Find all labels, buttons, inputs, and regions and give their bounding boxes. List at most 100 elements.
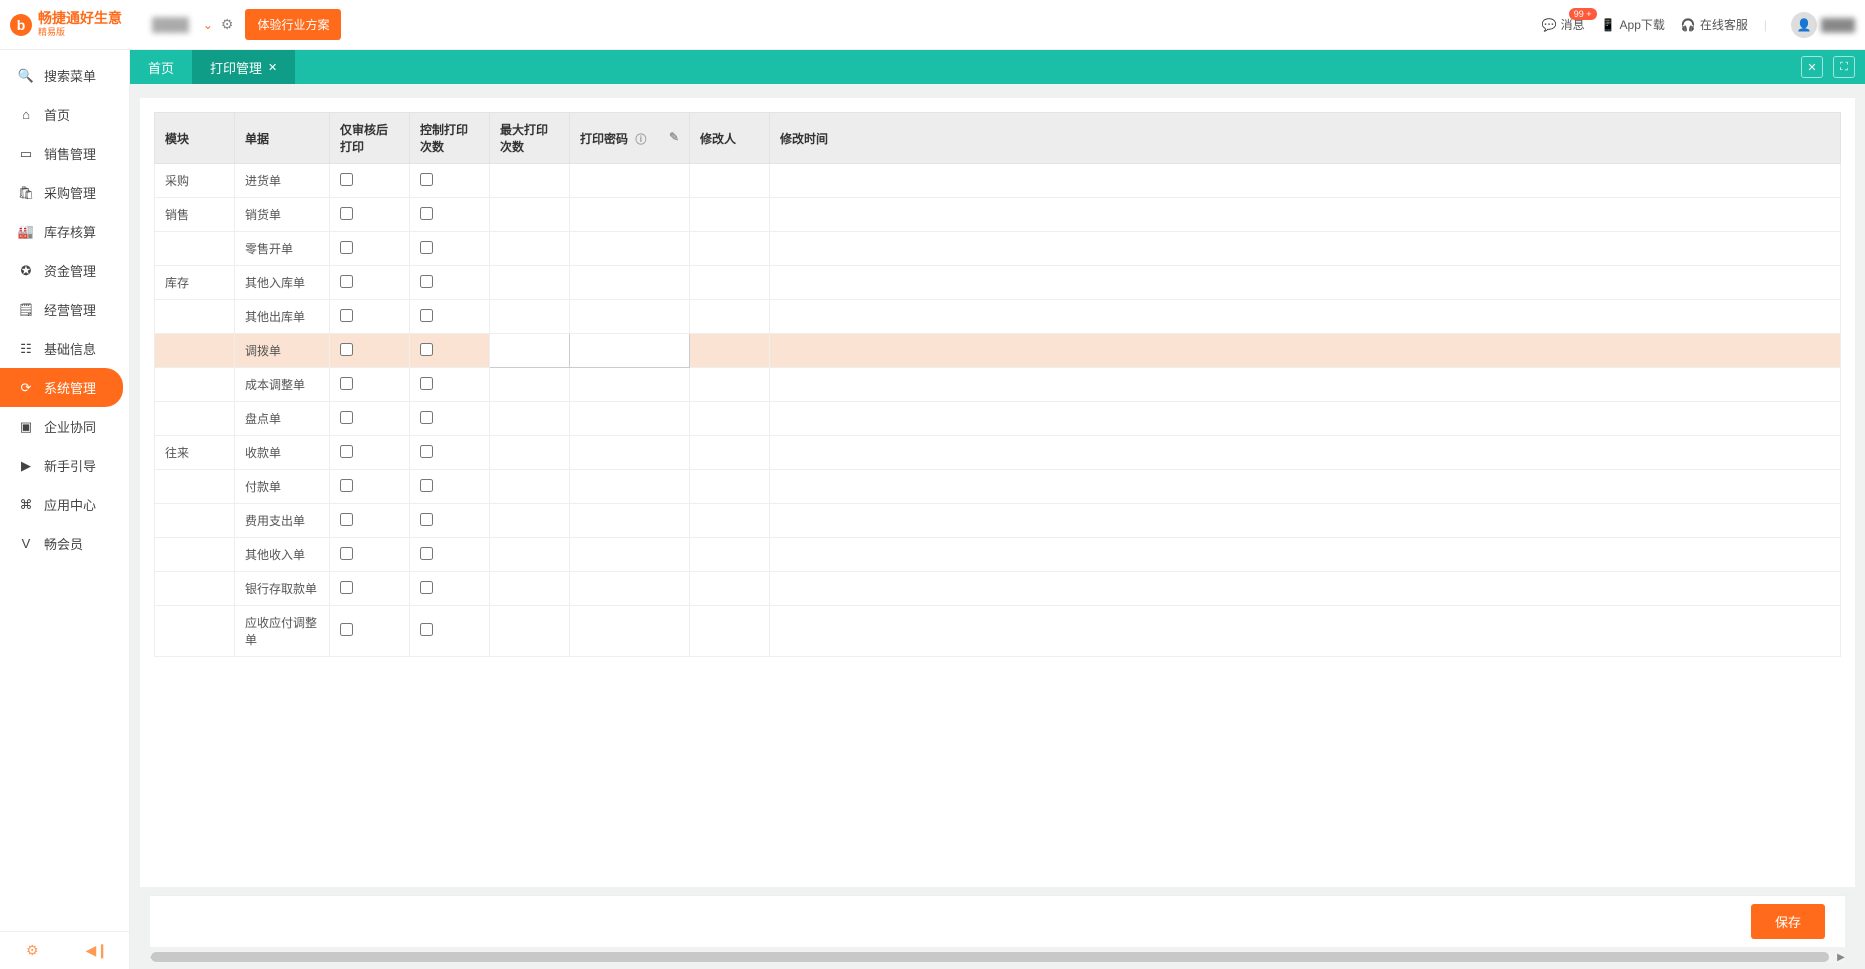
- tab-0[interactable]: 首页: [130, 50, 192, 84]
- sidebar-item-1[interactable]: ⌂首页: [0, 95, 129, 134]
- sidebar-item-0[interactable]: 🔍搜索菜单: [0, 56, 129, 95]
- audit-only-checkbox[interactable]: [340, 581, 353, 594]
- audit-only-checkbox[interactable]: [340, 275, 353, 288]
- table-row: 盘点单: [155, 402, 1841, 436]
- sidebar-item-7[interactable]: ☷基础信息: [0, 329, 129, 368]
- sidebar-item-3[interactable]: 🛍采购管理: [0, 173, 129, 212]
- scroll-right-icon[interactable]: ▶: [1835, 951, 1847, 963]
- tab-1[interactable]: 打印管理✕: [192, 50, 295, 84]
- audit-only-checkbox[interactable]: [340, 623, 353, 636]
- user-menu[interactable]: 👤 ████: [1783, 12, 1855, 38]
- headset-icon: 🎧: [1681, 18, 1696, 32]
- cell-module: [155, 606, 235, 657]
- cell-print-password: [570, 164, 690, 198]
- cell-module: [155, 334, 235, 368]
- control-times-checkbox[interactable]: [420, 547, 433, 560]
- sidebar-item-12[interactable]: V畅会员: [0, 524, 129, 563]
- audit-only-checkbox[interactable]: [340, 343, 353, 356]
- audit-only-checkbox[interactable]: [340, 445, 353, 458]
- control-times-checkbox[interactable]: [420, 343, 433, 356]
- audit-only-checkbox[interactable]: [340, 479, 353, 492]
- control-times-checkbox[interactable]: [420, 241, 433, 254]
- gear-icon[interactable]: ⚙: [221, 16, 234, 33]
- cell-audit-only: [330, 504, 410, 538]
- horizontal-scrollbar[interactable]: ◀ ▶: [150, 951, 1845, 963]
- audit-only-checkbox[interactable]: [340, 377, 353, 390]
- cell-mod-time: [770, 606, 1841, 657]
- audit-only-checkbox[interactable]: [340, 547, 353, 560]
- sidebar-item-8[interactable]: ⟳系统管理: [0, 368, 123, 407]
- tab-label: 首页: [148, 58, 174, 77]
- audit-only-checkbox[interactable]: [340, 207, 353, 220]
- audit-only-checkbox[interactable]: [340, 411, 353, 424]
- control-times-checkbox[interactable]: [420, 513, 433, 526]
- audit-only-checkbox[interactable]: [340, 513, 353, 526]
- control-times-checkbox[interactable]: [420, 581, 433, 594]
- table-row: 银行存取款单: [155, 572, 1841, 606]
- close-icon[interactable]: ✕: [268, 61, 277, 74]
- control-times-checkbox[interactable]: [420, 479, 433, 492]
- cell-max-times: [490, 606, 570, 657]
- cell-max-times: [490, 538, 570, 572]
- control-times-checkbox[interactable]: [420, 623, 433, 636]
- control-times-checkbox[interactable]: [420, 411, 433, 424]
- cell-audit-only: [330, 572, 410, 606]
- support-button[interactable]: 🎧 在线客服: [1681, 16, 1748, 33]
- control-times-checkbox[interactable]: [420, 275, 433, 288]
- cell-control-times: [410, 538, 490, 572]
- sidebar-item-label: 应用中心: [44, 495, 96, 514]
- control-times-checkbox[interactable]: [420, 207, 433, 220]
- sidebar-item-9[interactable]: ▣企业协同: [0, 407, 129, 446]
- collapse-icon[interactable]: ◀❙: [65, 932, 130, 969]
- avatar-icon: 👤: [1791, 12, 1817, 38]
- cell-doc: 成本调整单: [235, 368, 330, 402]
- cell-module: [155, 402, 235, 436]
- cell-doc: 调拨单: [235, 334, 330, 368]
- cell-mod-time: [770, 402, 1841, 436]
- sidebar-item-10[interactable]: ▶新手引导: [0, 446, 129, 485]
- table-row: 往来收款单: [155, 436, 1841, 470]
- cell-module: [155, 572, 235, 606]
- control-times-checkbox[interactable]: [420, 377, 433, 390]
- edit-icon[interactable]: ✎: [669, 130, 679, 144]
- cell-print-password[interactable]: [570, 334, 690, 368]
- print-settings-table: 模块 单据 仅审核后打印 控制打印次数 最大打印次数 打印密码 ⓘ ✎: [154, 112, 1841, 657]
- save-button[interactable]: 保存: [1751, 904, 1825, 939]
- sidebar-item-2[interactable]: ▭销售管理: [0, 134, 129, 173]
- cell-mod-time: [770, 436, 1841, 470]
- fullscreen-icon[interactable]: ⛶: [1833, 56, 1855, 78]
- cell-max-times[interactable]: [490, 334, 570, 368]
- messages-button[interactable]: 💬 消息 99 +: [1542, 16, 1585, 33]
- cell-mod-time: [770, 232, 1841, 266]
- cell-doc: 收款单: [235, 436, 330, 470]
- sidebar-item-11[interactable]: ⌘应用中心: [0, 485, 129, 524]
- sidebar-item-6[interactable]: 🗒经营管理: [0, 290, 129, 329]
- cell-control-times: [410, 402, 490, 436]
- scrollbar-thumb[interactable]: [151, 952, 1829, 962]
- audit-only-checkbox[interactable]: [340, 173, 353, 186]
- cell-max-times: [490, 164, 570, 198]
- app-download-button[interactable]: 📱 App下载: [1601, 16, 1665, 33]
- audit-only-checkbox[interactable]: [340, 309, 353, 322]
- cell-print-password: [570, 572, 690, 606]
- table-row: 其他出库单: [155, 300, 1841, 334]
- help-icon[interactable]: ⓘ: [635, 134, 646, 146]
- control-times-checkbox[interactable]: [420, 173, 433, 186]
- sidebar-icon: ▣: [18, 419, 34, 435]
- sidebar-item-label: 首页: [44, 105, 70, 124]
- cell-max-times: [490, 436, 570, 470]
- cell-module: [155, 232, 235, 266]
- sidebar-item-5[interactable]: ✪资金管理: [0, 251, 129, 290]
- sidebar-item-4[interactable]: 🏭库存核算: [0, 212, 129, 251]
- trial-button[interactable]: 体验行业方案: [245, 9, 341, 40]
- control-times-checkbox[interactable]: [420, 309, 433, 322]
- audit-only-checkbox[interactable]: [340, 241, 353, 254]
- settings-icon[interactable]: ⚙: [0, 932, 65, 969]
- cell-modifier: [690, 470, 770, 504]
- cell-print-password: [570, 266, 690, 300]
- cell-doc: 进货单: [235, 164, 330, 198]
- tenant-selector[interactable]: ████ ⌄ ⚙: [146, 15, 233, 34]
- control-times-checkbox[interactable]: [420, 445, 433, 458]
- tab-close-all-icon[interactable]: ✕: [1801, 56, 1823, 78]
- brand-logo[interactable]: b 畅捷通好生意 精易版: [10, 11, 130, 38]
